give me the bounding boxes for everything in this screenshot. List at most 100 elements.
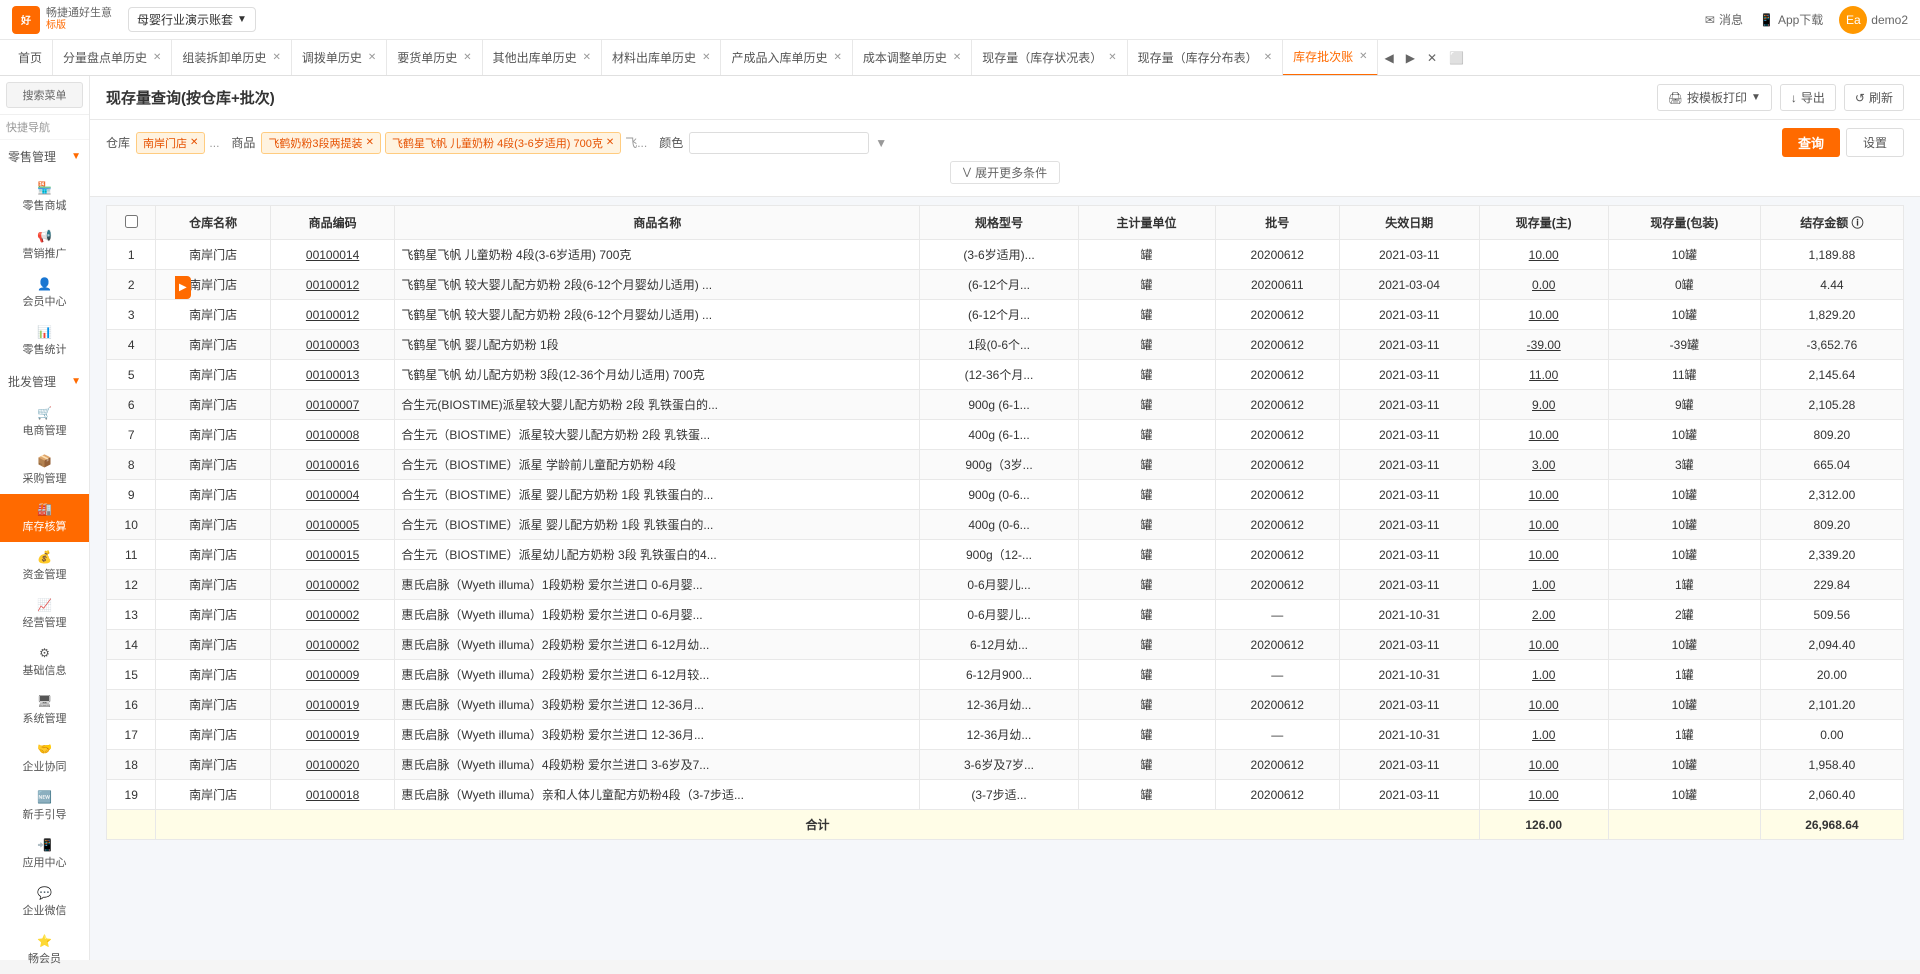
product-tag-1-close[interactable]: ✕	[366, 137, 374, 148]
workspace-selector[interactable]: 母婴行业演示账套 ▼	[128, 7, 256, 32]
sidebar-item-retail-stat[interactable]: 📊 零售统计	[0, 317, 89, 365]
warehouse-filter-more[interactable]: ...	[209, 136, 219, 150]
sidebar-item-operation[interactable]: 📈 经营管理	[0, 590, 89, 638]
cell-qty1[interactable]: 3.00	[1479, 450, 1608, 480]
cell-qty1[interactable]: 9.00	[1479, 390, 1608, 420]
tab-close-requisition[interactable]: ✕	[463, 52, 471, 63]
setting-btn[interactable]: 设置	[1846, 128, 1904, 157]
tab-requisition[interactable]: 要货单历史 ✕	[387, 40, 482, 76]
tab-nav-next[interactable]: ▶	[1400, 40, 1421, 76]
cell-code[interactable]: 00100012	[270, 300, 395, 330]
sidebar-item-system[interactable]: 🖥 系统管理	[0, 686, 89, 734]
print-btn[interactable]: 🖨 按模板打印 ▼	[1657, 84, 1772, 111]
sidebar-item-purchase[interactable]: 📦 采购管理	[0, 446, 89, 494]
sidebar-item-inventory[interactable]: 🏭 库存核算	[0, 494, 89, 542]
tab-nav-prev[interactable]: ◀	[1378, 40, 1399, 76]
cell-code[interactable]: 00100009	[270, 660, 395, 690]
tab-batch-acc[interactable]: 库存批次账 ✕	[1283, 40, 1378, 76]
tab-close-batch-acc[interactable]: ✕	[1359, 51, 1367, 62]
message-btn[interactable]: ✉ 消息	[1705, 11, 1743, 28]
sidebar-item-wholesale[interactable]: 批发管理 ▼	[0, 365, 89, 398]
cell-code[interactable]: 00100008	[270, 420, 395, 450]
tab-expand[interactable]: ⬜	[1443, 40, 1470, 76]
sidebar-expand-btn[interactable]: ▶	[175, 276, 191, 299]
color-filter-arrow[interactable]: ▼	[875, 136, 887, 150]
tab-mix[interactable]: 调拨单历史 ✕	[292, 40, 387, 76]
cell-qty1[interactable]: 1.00	[1479, 570, 1608, 600]
product-tag-1[interactable]: 飞鹤奶粉3段两提装 ✕	[261, 132, 381, 154]
cell-qty1[interactable]: 10.00	[1479, 780, 1608, 810]
cell-qty1[interactable]: 10.00	[1479, 480, 1608, 510]
cell-code[interactable]: 00100002	[270, 630, 395, 660]
tab-close-mix[interactable]: ✕	[368, 52, 376, 63]
tab-close-dismantle[interactable]: ✕	[272, 52, 280, 63]
tab-split[interactable]: 分量盘点单历史 ✕	[53, 40, 172, 76]
cell-qty1[interactable]: 1.00	[1479, 660, 1608, 690]
cell-code[interactable]: 00100002	[270, 600, 395, 630]
sidebar-item-app-center[interactable]: 📲 应用中心	[0, 830, 89, 878]
product-tag-2[interactable]: 飞鹤星飞帆 儿童奶粉 4段(3-6岁适用) 700克 ✕	[385, 132, 621, 154]
cell-qty1[interactable]: 10.00	[1479, 750, 1608, 780]
warehouse-tag-close[interactable]: ✕	[190, 137, 198, 148]
cell-code[interactable]: 00100016	[270, 450, 395, 480]
sidebar-item-vip[interactable]: ⭐ 畅会员	[0, 926, 89, 974]
expand-more-btn[interactable]: ⋁ 展开更多条件	[950, 161, 1060, 184]
sidebar-item-member[interactable]: 👤 会员中心	[0, 269, 89, 317]
cell-code[interactable]: 00100019	[270, 690, 395, 720]
sidebar-search-btn[interactable]: 搜索菜单	[6, 82, 83, 108]
cell-code[interactable]: 00100020	[270, 750, 395, 780]
sidebar-item-ecommerce[interactable]: 🛒 电商管理	[0, 398, 89, 446]
cell-code[interactable]: 00100003	[270, 330, 395, 360]
product-tag-2-close[interactable]: ✕	[606, 137, 614, 148]
cell-code[interactable]: 00100014	[270, 240, 395, 270]
sidebar-item-marketing[interactable]: 📢 营销推广	[0, 221, 89, 269]
tab-other-out[interactable]: 其他出库单历史 ✕	[483, 40, 602, 76]
warehouse-tag-nananjindian[interactable]: 南岸门店 ✕	[136, 132, 205, 154]
cell-qty1[interactable]: 1.00	[1479, 720, 1608, 750]
tab-stock-dist[interactable]: 现存量（库存分布表） ✕	[1128, 40, 1283, 76]
cell-qty1[interactable]: 10.00	[1479, 240, 1608, 270]
tab-dismantle[interactable]: 组装拆卸单历史 ✕	[172, 40, 291, 76]
product-filter-more[interactable]: 飞...	[625, 134, 647, 151]
cell-qty1[interactable]: 10.00	[1479, 420, 1608, 450]
cell-code[interactable]: 00100015	[270, 540, 395, 570]
user-area[interactable]: Ea demo2	[1839, 6, 1908, 34]
cell-code[interactable]: 00100007	[270, 390, 395, 420]
cell-code[interactable]: 00100002	[270, 570, 395, 600]
cell-qty1[interactable]: 10.00	[1479, 300, 1608, 330]
app-download-btn[interactable]: 📱 App下载	[1759, 11, 1823, 28]
tab-close-cost-adj[interactable]: ✕	[953, 52, 961, 63]
cell-code[interactable]: 00100013	[270, 360, 395, 390]
export-btn[interactable]: ↓ 导出	[1780, 84, 1836, 111]
cell-qty1[interactable]: 10.00	[1479, 630, 1608, 660]
cell-qty1[interactable]: -39.00	[1479, 330, 1608, 360]
tab-close-stock-status[interactable]: ✕	[1108, 52, 1116, 63]
tab-close-material-out[interactable]: ✕	[702, 52, 710, 63]
tab-material-out[interactable]: 材料出库单历史 ✕	[602, 40, 721, 76]
cell-code[interactable]: 00100019	[270, 720, 395, 750]
cell-qty1[interactable]: 0.00	[1479, 270, 1608, 300]
sidebar-item-new-guide[interactable]: 🆕 新手引导	[0, 782, 89, 830]
tab-close-product-in[interactable]: ✕	[833, 52, 841, 63]
sidebar-item-retail-shop[interactable]: 🏪 零售商城	[0, 173, 89, 221]
cell-code[interactable]: 00100005	[270, 510, 395, 540]
color-filter-input[interactable]	[689, 132, 869, 154]
cell-qty1[interactable]: 10.00	[1479, 510, 1608, 540]
tab-close-stock-dist[interactable]: ✕	[1264, 52, 1272, 63]
cell-qty1[interactable]: 11.00	[1479, 360, 1608, 390]
cell-code[interactable]: 00100004	[270, 480, 395, 510]
cell-qty1[interactable]: 10.00	[1479, 690, 1608, 720]
cell-code[interactable]: 00100018	[270, 780, 395, 810]
tab-close-other-out[interactable]: ✕	[583, 52, 591, 63]
sidebar-item-corp-wechat[interactable]: 💬 企业微信	[0, 878, 89, 926]
tab-cost-adj[interactable]: 成本调整单历史 ✕	[853, 40, 972, 76]
tab-home[interactable]: 首页	[8, 40, 53, 76]
sidebar-item-retail-mgmt[interactable]: 零售管理 ▼	[0, 140, 89, 173]
refresh-btn[interactable]: ↺ 刷新	[1844, 84, 1904, 111]
query-btn[interactable]: 查询	[1782, 128, 1840, 157]
tab-stock-status[interactable]: 现存量（库存状况表） ✕	[972, 40, 1127, 76]
tab-close-all[interactable]: ✕	[1421, 40, 1443, 76]
sidebar-item-finance[interactable]: 💰 资金管理	[0, 542, 89, 590]
select-all-checkbox[interactable]	[125, 215, 138, 228]
sidebar-item-corp-collab[interactable]: 🤝 企业协同	[0, 734, 89, 782]
